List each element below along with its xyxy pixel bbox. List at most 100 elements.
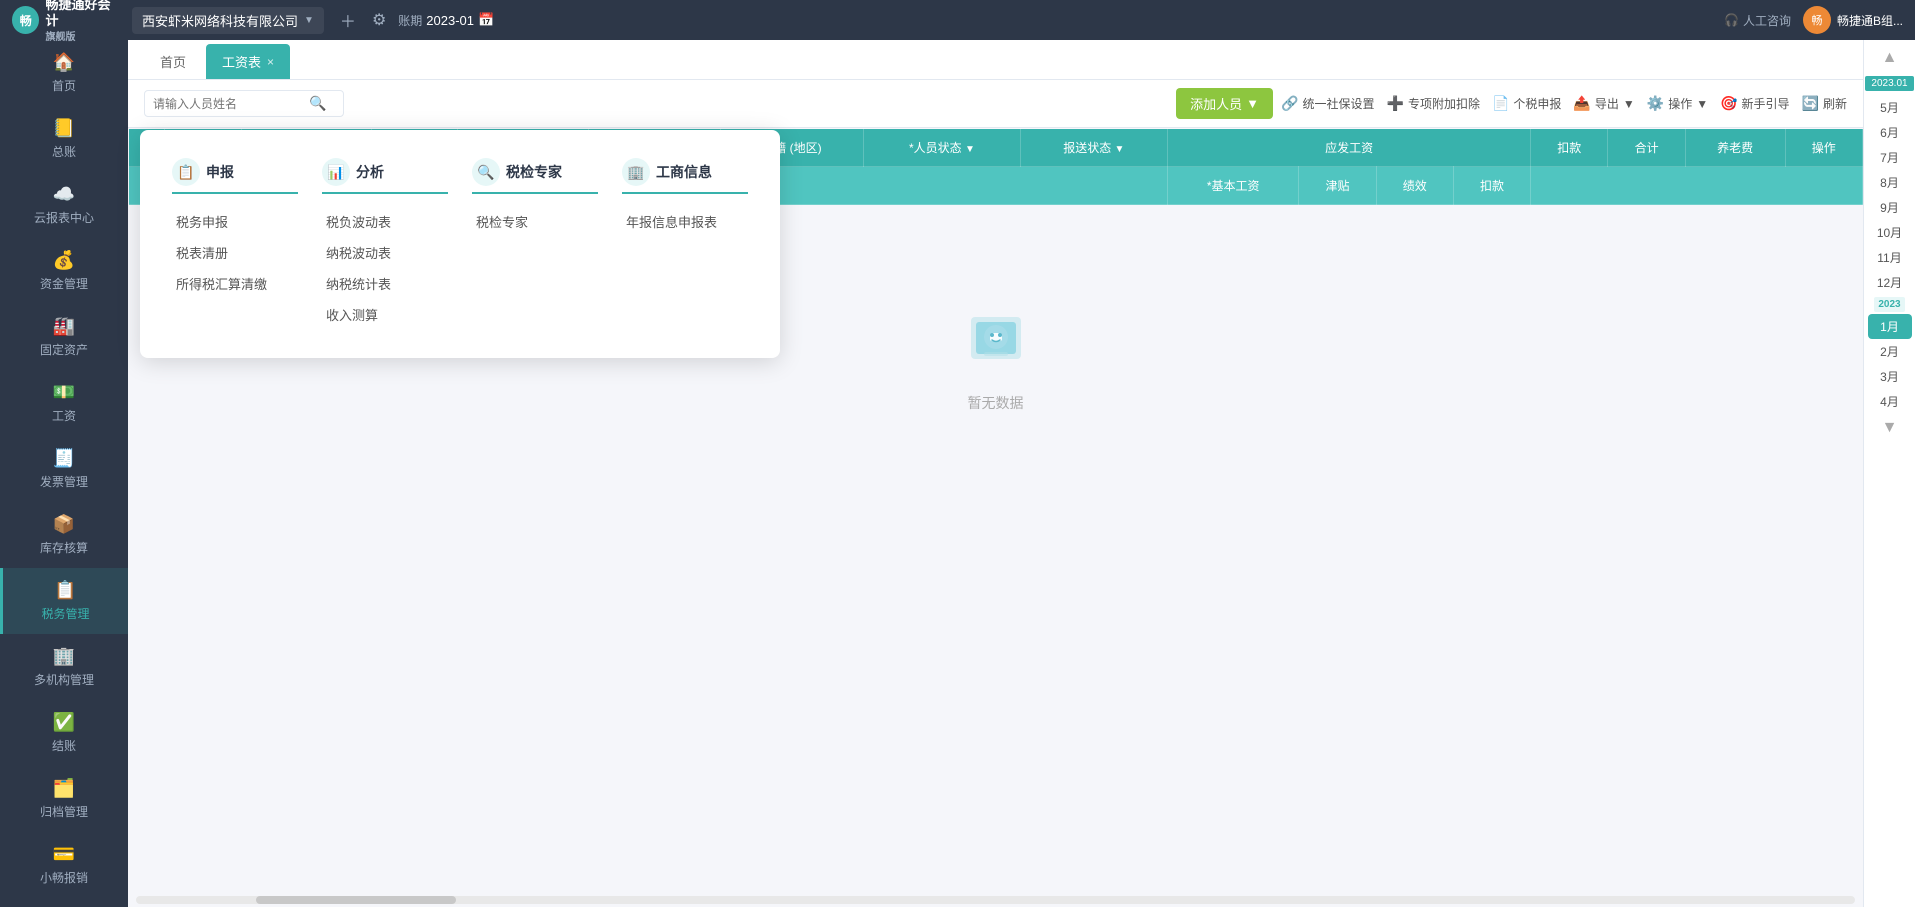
refresh-icon: 🔄 xyxy=(1802,95,1819,112)
operate-button[interactable]: ⚙️ 操作 ▼ xyxy=(1647,95,1708,112)
social-insurance-button[interactable]: 🔗 统一社保设置 xyxy=(1281,95,1374,112)
fund-icon: 💰 xyxy=(53,250,75,271)
app-subtitle: 旗舰版 xyxy=(45,28,122,43)
company-selector[interactable]: 西安虾米网络科技有限公司 ▼ xyxy=(132,7,324,34)
sidebar-label-settle: 结账 xyxy=(52,737,76,754)
expert-item[interactable]: 税检专家 xyxy=(472,206,598,237)
sidebar-item-ledger[interactable]: 📒 总账 xyxy=(0,106,128,172)
cal-month-11[interactable]: 11月 xyxy=(1868,245,1912,270)
cal-month-1[interactable]: 1月 xyxy=(1868,314,1912,339)
sidebar-item-multi[interactable]: 🏢 多机构管理 xyxy=(0,634,128,700)
logo-area: 畅 畅捷通好会计 旗舰版 xyxy=(12,0,122,43)
tab-close-icon[interactable]: × xyxy=(267,55,274,69)
tax-payment-item[interactable]: 纳税波动表 xyxy=(322,237,448,268)
tax-stat-item[interactable]: 纳税统计表 xyxy=(322,268,448,299)
analysis-section-title: 📊 分析 xyxy=(322,158,448,194)
cal-month-9[interactable]: 9月 xyxy=(1868,195,1912,220)
cal-month-6[interactable]: 6月 xyxy=(1868,120,1912,145)
sidebar-label-fund: 资金管理 xyxy=(40,275,88,292)
cal-month-8[interactable]: 8月 xyxy=(1868,170,1912,195)
analysis-icon: 📊 xyxy=(322,158,350,186)
special-icon: ➕ xyxy=(1387,95,1404,112)
cal-month-10[interactable]: 10月 xyxy=(1868,220,1912,245)
cal-month-5[interactable]: 5月 xyxy=(1868,95,1912,120)
sidebar-item-archive[interactable]: 🗂️ 归档管理 xyxy=(0,766,128,832)
sidebar-item-cloud[interactable]: ☁️ 云报表中心 xyxy=(0,172,128,238)
refresh-button[interactable]: 🔄 刷新 xyxy=(1802,95,1847,112)
declare-section: 📋 申报 税务申报 税表清册 所得税汇算清缴 xyxy=(160,150,310,338)
business-section-title: 🏢 工商信息 xyxy=(622,158,748,194)
add-person-button[interactable]: 添加人员 ▼ xyxy=(1176,88,1273,119)
sidebar-item-salary[interactable]: 💵 工资 xyxy=(0,370,128,436)
tab-home-label: 首页 xyxy=(160,52,186,71)
calendar-icon[interactable]: 📅 xyxy=(478,12,494,28)
sidebar-item-fund[interactable]: 💰 资金管理 xyxy=(0,238,128,304)
special-deduction-button[interactable]: ➕ 专项附加扣除 xyxy=(1387,95,1480,112)
salary-icon: 💵 xyxy=(53,382,75,403)
multi-icon: 🏢 xyxy=(53,646,75,667)
invoice-icon: 🧾 xyxy=(53,448,75,469)
chevron-down-icon: ▼ xyxy=(304,15,314,26)
right-sidebar-calendar: ▲ 2023.01 5月 6月 7月 8月 9月 10月 11月 12月 202… xyxy=(1863,40,1915,907)
add-person-label: 添加人员 xyxy=(1190,94,1242,113)
tax-burden-item[interactable]: 税负波动表 xyxy=(322,206,448,237)
guide-btn-icon: 🎯 xyxy=(1720,95,1737,112)
sidebar-item-tax[interactable]: 📋 税务管理 xyxy=(0,568,128,634)
tab-salary-label: 工资表 xyxy=(222,52,261,71)
th-pension: 养老费 xyxy=(1685,129,1785,167)
sidebar-item-asset[interactable]: 🏭 固定资产 xyxy=(0,304,128,370)
cal-year-current-label: 2023 xyxy=(1874,297,1904,312)
scroll-thumb xyxy=(256,896,456,904)
search-wrap: 🔍 xyxy=(144,90,344,117)
tax-clear-item[interactable]: 税表清册 xyxy=(172,237,298,268)
tax-dropdown-popup: 📋 申报 税务申报 税表清册 所得税汇算清缴 📊 分析 税负波动表 纳税波动表 … xyxy=(140,130,780,358)
cal-month-4[interactable]: 4月 xyxy=(1868,389,1912,414)
settings-icon-button[interactable]: ⚙ xyxy=(368,6,390,34)
sidebar-item-invoice[interactable]: 🧾 发票管理 xyxy=(0,436,128,502)
sidebar-item-inventory[interactable]: 📦 库存核算 xyxy=(0,502,128,568)
declare-icon: 📋 xyxy=(172,158,200,186)
sidebar-label-cloud: 云报表中心 xyxy=(34,209,94,226)
tab-salary[interactable]: 工资表 × xyxy=(206,44,290,79)
sidebar-item-marketing[interactable]: 💳 小畅报销 xyxy=(0,832,128,898)
user-area[interactable]: 畅 畅捷通B组... xyxy=(1803,6,1903,34)
sidebar-label-invoice: 发票管理 xyxy=(40,473,88,490)
annual-report-item[interactable]: 年报信息申报表 xyxy=(622,206,748,237)
asset-icon: 🏭 xyxy=(53,316,75,337)
empty-icon xyxy=(956,297,1036,377)
cal-month-3[interactable]: 3月 xyxy=(1868,364,1912,389)
export-button[interactable]: 📤 导出 ▼ xyxy=(1573,95,1634,112)
cal-month-12[interactable]: 12月 xyxy=(1868,270,1912,295)
tax-declare-item[interactable]: 税务申报 xyxy=(172,206,298,237)
guide-button[interactable]: 🎯 新手引导 xyxy=(1720,95,1789,112)
tax-report-icon: 📄 xyxy=(1492,95,1509,112)
calendar-up-button[interactable]: ▲ xyxy=(1876,44,1904,72)
sidebar-item-settle[interactable]: ✅ 结账 xyxy=(0,700,128,766)
home-icon: 🏠 xyxy=(53,52,75,73)
tax-report-button[interactable]: 📄 个税申报 xyxy=(1492,95,1561,112)
sidebar-label-asset: 固定资产 xyxy=(40,341,88,358)
sidebar: 🏠 首页 📒 总账 ☁️ 云报表中心 💰 资金管理 🏭 固定资产 💵 工资 🧾 … xyxy=(0,40,128,907)
cal-month-2[interactable]: 2月 xyxy=(1868,339,1912,364)
add-company-button[interactable]: ＋ xyxy=(336,4,360,36)
tab-home[interactable]: 首页 xyxy=(144,44,202,79)
dropdown-arrow-icon: ▼ xyxy=(1246,96,1259,111)
service-button[interactable]: 🎧 人工咨询 xyxy=(1724,12,1791,29)
sidebar-item-settings[interactable]: ⚙️ 基础设置 xyxy=(0,898,128,907)
th-operate: 操作 xyxy=(1785,129,1862,167)
marketing-icon: 💳 xyxy=(53,844,75,865)
th-performance: 绩效 xyxy=(1376,167,1453,205)
sidebar-item-home[interactable]: 🏠 首页 xyxy=(0,40,128,106)
bottom-scrollbar[interactable] xyxy=(128,893,1863,907)
company-name: 西安虾米网络科技有限公司 xyxy=(142,11,298,30)
avatar: 畅 xyxy=(1803,6,1831,34)
income-settle-item[interactable]: 所得税汇算清缴 xyxy=(172,268,298,299)
cal-month-7[interactable]: 7月 xyxy=(1868,145,1912,170)
th-deductions: 扣款 xyxy=(1453,167,1530,205)
income-calc-item[interactable]: 收入测算 xyxy=(322,299,448,330)
calendar-down-button[interactable]: ▼ xyxy=(1876,414,1904,442)
th-report-status: 报送状态 ▼ xyxy=(1020,129,1167,167)
th-allowance: 津贴 xyxy=(1299,167,1376,205)
period-label: 账期 xyxy=(398,12,422,29)
search-input[interactable] xyxy=(153,97,303,111)
